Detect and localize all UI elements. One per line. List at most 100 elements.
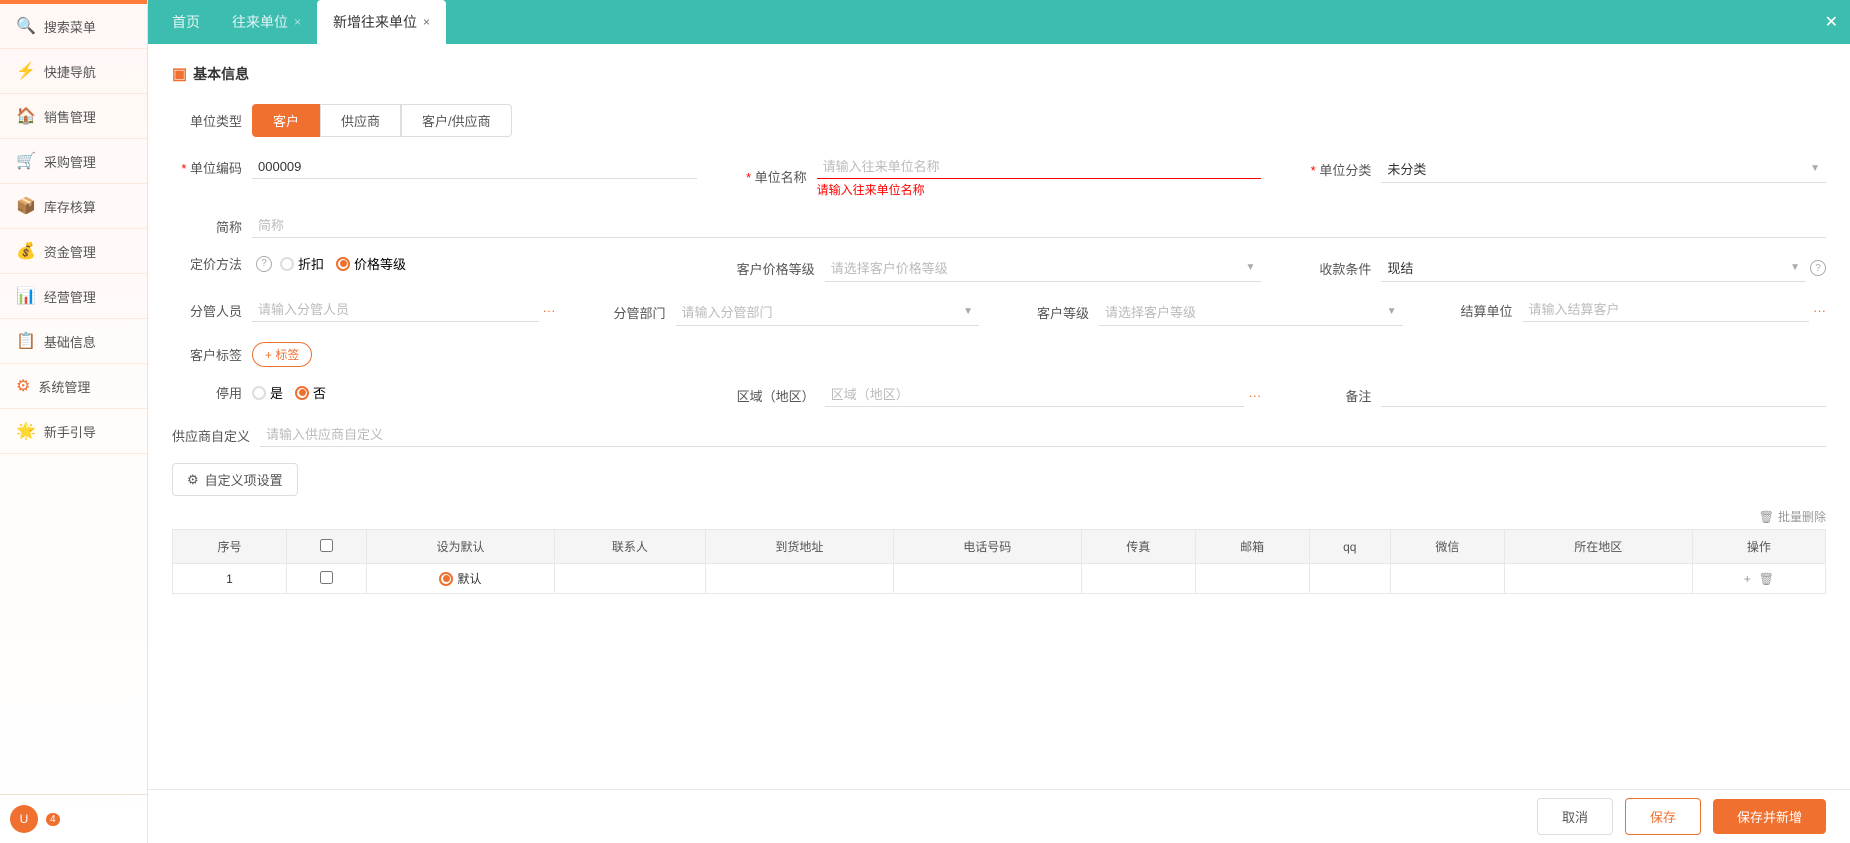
field-manager: 分管人员 ··· [172, 298, 556, 322]
settlement-dots-icon[interactable]: ··· [1813, 303, 1826, 318]
basic-info-icon: 📋 [16, 331, 36, 351]
sidebar-item-operations[interactable]: 📊 经营管理 [0, 274, 147, 319]
row-region [1504, 564, 1692, 594]
sidebar-item-label: 经营管理 [44, 287, 96, 306]
pricing-method-help-icon[interactable]: ? [256, 256, 272, 272]
row-phone [893, 564, 1081, 594]
save-button[interactable]: 保存 [1625, 798, 1701, 835]
row-actions: + 🗑 [1692, 564, 1825, 594]
payment-terms-label: 收款条件 [1301, 259, 1381, 278]
cancel-button[interactable]: 取消 [1537, 798, 1613, 835]
field-region: 区域（地区） ··· [737, 383, 1262, 407]
dept-label: 分管部门 [596, 303, 676, 322]
tab-partner-list[interactable]: 往来单位 × [216, 0, 317, 44]
batch-delete-area: 🗑 批量删除 [172, 508, 1826, 525]
disabled-yes[interactable]: 是 [252, 383, 283, 402]
payment-terms-select[interactable]: 现结 ▼ [1381, 254, 1806, 282]
select-all-checkbox[interactable] [320, 539, 333, 552]
sidebar-item-sales-mgmt[interactable]: 🏠 销售管理 [0, 94, 147, 139]
col-contact: 联系人 [554, 530, 705, 564]
col-check[interactable] [286, 530, 366, 564]
sidebar-item-search-menu[interactable]: 🔍 搜索菜单 [0, 4, 147, 49]
region-dots-icon[interactable]: ··· [1248, 388, 1261, 403]
disabled-yes-label: 是 [270, 383, 283, 402]
pricing-method-label: 定价方法 [172, 254, 252, 273]
form-row-1: 单位编码 单位名称 请输入往来单位名称 单位分类 未分类 ▼ [172, 155, 1826, 198]
dept-caret-icon: ▼ [963, 306, 973, 317]
sidebar-item-inventory[interactable]: 📦 库存核算 [0, 184, 147, 229]
payment-terms-value: 现结 [1387, 258, 1790, 277]
sidebar-item-system-mgmt[interactable]: ⚙ 系统管理 [0, 364, 147, 409]
row-checkbox-cell [286, 564, 366, 594]
unit-code-label: 单位编码 [172, 158, 252, 177]
remark-label: 备注 [1301, 386, 1381, 405]
level-label: 价格等级 [354, 254, 406, 273]
col-address: 到货地址 [705, 530, 893, 564]
payment-terms-help-icon[interactable]: ? [1810, 260, 1826, 276]
field-disabled: 停用 是 否 [172, 383, 697, 402]
unit-type-btn-both[interactable]: 客户/供应商 [401, 104, 512, 137]
tab-new-partner[interactable]: 新增往来单位 × [317, 0, 446, 44]
batch-delete-label[interactable]: 批量删除 [1778, 508, 1826, 525]
unit-code-input[interactable] [252, 155, 697, 179]
row-wechat [1390, 564, 1504, 594]
pricing-method-discount[interactable]: 折扣 [280, 254, 324, 273]
section-title-basic-info: ▣ 基本信息 [172, 64, 1826, 84]
field-payment-terms: 收款条件 现结 ▼ ? [1301, 254, 1826, 282]
sidebar-item-finance[interactable]: 💰 资金管理 [0, 229, 147, 274]
payment-terms-caret-icon: ▼ [1790, 262, 1800, 273]
unit-name-input[interactable] [817, 155, 1262, 179]
row-default-radio[interactable]: 默认 [373, 570, 548, 587]
add-tag-button[interactable]: + 标签 [252, 342, 312, 367]
sidebar-item-label: 系统管理 [38, 377, 90, 396]
user-avatar[interactable]: U [10, 805, 38, 833]
disabled-no-label: 否 [313, 383, 326, 402]
row-email [1195, 564, 1309, 594]
unit-type-btn-supplier[interactable]: 供应商 [320, 104, 401, 137]
unit-type-btn-customer[interactable]: 客户 [252, 104, 320, 137]
unit-category-select[interactable]: 未分类 ▼ [1381, 155, 1826, 183]
main-content: 首页 往来单位 × 新增往来单位 × ✕ ▣ 基本信息 单位类型 客户 供应商 … [148, 0, 1850, 843]
discount-label: 折扣 [298, 254, 324, 273]
customer-level-select[interactable]: 请选择客户等级 ▼ [1099, 298, 1403, 326]
close-all-tabs[interactable]: ✕ [1821, 8, 1842, 36]
region-input[interactable] [825, 383, 1245, 407]
price-level-caret-icon: ▼ [1245, 262, 1255, 273]
sidebar-item-new-guide[interactable]: 🌟 新手引导 [0, 409, 147, 454]
batch-delete-icon: 🗑 [1759, 510, 1774, 524]
manager-input[interactable] [252, 298, 539, 322]
row-checkbox[interactable] [320, 571, 333, 584]
sidebar-item-quick-nav[interactable]: ⚡ 快捷导航 [0, 49, 147, 94]
remark-input[interactable] [1381, 383, 1826, 407]
region-label: 区域（地区） [737, 386, 825, 405]
save-new-button[interactable]: 保存并新增 [1713, 799, 1826, 834]
settlement-label: 结算单位 [1443, 301, 1523, 320]
sidebar-item-label: 库存核算 [44, 197, 96, 216]
abbr-input[interactable] [252, 214, 1826, 238]
settlement-input[interactable] [1523, 298, 1810, 322]
supplier-custom-input[interactable] [260, 423, 1826, 447]
quick-nav-icon: ⚡ [16, 61, 36, 81]
sidebar-item-label: 资金管理 [44, 242, 96, 261]
default-label: 默认 [457, 570, 481, 587]
sidebar-footer: U 4 [0, 794, 147, 843]
sidebar-item-basic-info[interactable]: 📋 基础信息 [0, 319, 147, 364]
sidebar-item-label: 快捷导航 [44, 62, 96, 81]
unit-category-label: 单位分类 [1301, 160, 1381, 179]
pricing-method-level[interactable]: 价格等级 [336, 254, 406, 273]
delete-row-icon[interactable]: 🗑 [1759, 572, 1774, 586]
disabled-no[interactable]: 否 [295, 383, 326, 402]
disabled-no-circle [295, 386, 309, 400]
col-email: 邮箱 [1195, 530, 1309, 564]
tab-new-partner-close[interactable]: × [423, 15, 430, 29]
sidebar-item-purchase-mgmt[interactable]: 🛒 采购管理 [0, 139, 147, 184]
manager-dots-icon[interactable]: ··· [543, 303, 556, 318]
department-select[interactable]: 请输入分管部门 ▼ [676, 298, 980, 326]
custom-settings-button[interactable]: ⚙ 自定义项设置 [172, 463, 298, 496]
customer-price-level-select[interactable]: 请选择客户价格等级 ▼ [825, 254, 1262, 282]
add-row-icon[interactable]: + [1744, 572, 1751, 586]
tab-partner-list-close[interactable]: × [294, 15, 301, 29]
tab-home[interactable]: 首页 [156, 0, 216, 44]
guide-icon: 🌟 [16, 421, 36, 441]
sidebar-item-label: 搜索菜单 [44, 17, 96, 36]
